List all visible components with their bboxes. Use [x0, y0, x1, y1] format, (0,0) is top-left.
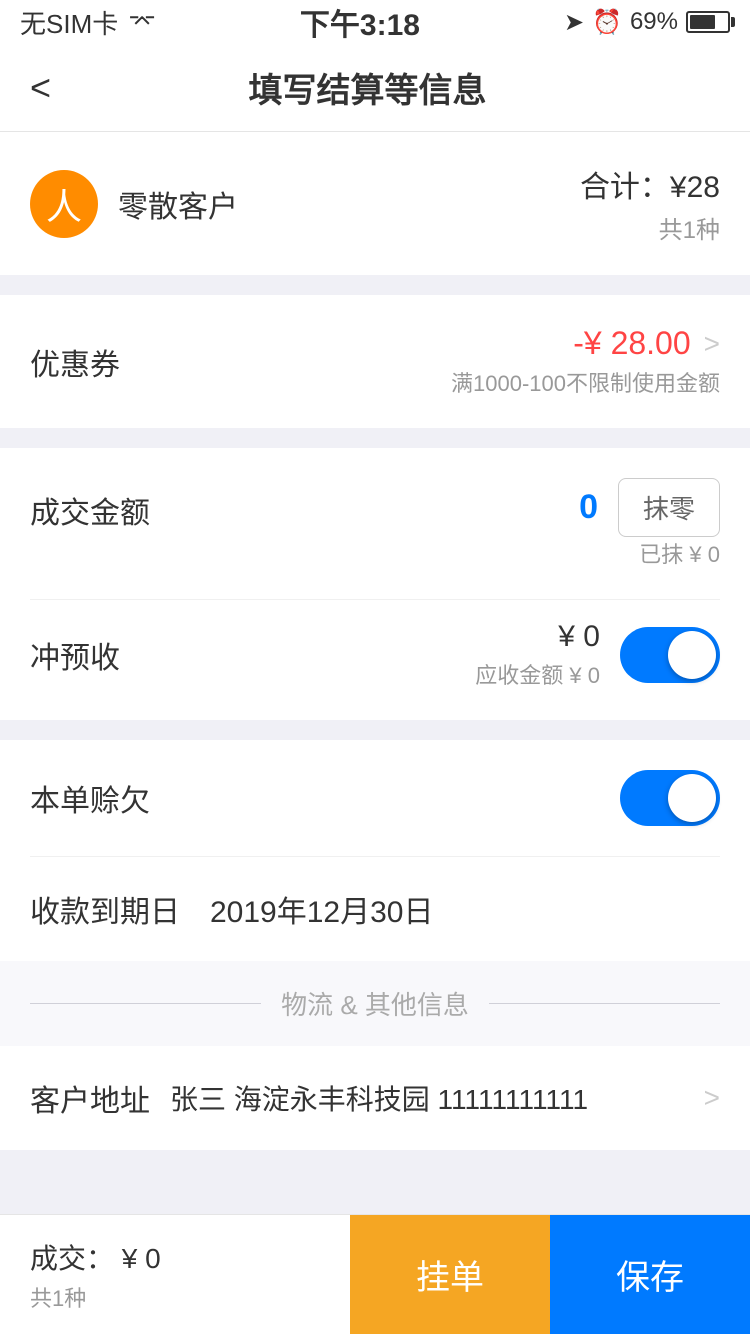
customer-section: 人 零散客户 合计：¥28 共1种	[0, 132, 750, 275]
total-count: 共1种	[580, 210, 720, 245]
coupon-right: -¥ 28.00 > 满1000-100不限制使用金额	[451, 325, 720, 398]
toggle-knob	[668, 631, 716, 679]
address-value: 张三 海淀永丰科技园 11111111111	[170, 1078, 704, 1118]
address-row[interactable]: 客户地址 张三 海淀永丰科技园 11111111111 >	[30, 1046, 720, 1150]
debt-toggle[interactable]	[620, 770, 720, 826]
status-right: ➤ ⏰ 69%	[564, 8, 730, 37]
advance-row: 冲预收 ¥ 0 应收金额 ¥ 0	[30, 600, 720, 720]
logistics-divider: 物流 & 其他信息	[0, 961, 750, 1046]
bottom-bar: 成交： ¥ 0 共1种 挂单 保存	[0, 1214, 750, 1334]
advance-sub: 应收金额 ¥ 0	[475, 658, 600, 690]
address-chevron[interactable]: >	[704, 1082, 720, 1114]
address-label: 客户地址	[30, 1076, 150, 1120]
customer-left: 人 零散客户	[30, 170, 238, 238]
coupon-section[interactable]: 优惠券 -¥ 28.00 > 满1000-100不限制使用金额	[0, 295, 750, 428]
debt-toggle-knob	[668, 774, 716, 822]
status-bar: 无SIM卡 ⌤ 下午3:18 ➤ ⏰ 69%	[0, 0, 750, 44]
customer-right: 合计：¥28 共1种	[580, 162, 720, 245]
coupon-label: 优惠券	[30, 340, 120, 384]
customer-name: 零散客户	[118, 182, 238, 226]
coupon-description: 满1000-100不限制使用金额	[451, 366, 720, 398]
nav-bar: < 填写结算等信息	[0, 44, 750, 132]
advance-toggle[interactable]	[620, 627, 720, 683]
section-gap-1	[0, 275, 750, 295]
bottom-count: 共1种	[30, 1281, 320, 1313]
bottom-deal: 成交： ¥ 0	[30, 1237, 320, 1277]
wifi-icon: ⌤	[128, 8, 156, 37]
deal-value-row: 0 抹零	[579, 478, 720, 537]
customer-row: 人 零散客户 合计：¥28 共1种	[30, 132, 720, 275]
deal-right: 0 抹零 已抹 ¥ 0	[579, 478, 720, 579]
total-amount: 合计：¥28	[580, 162, 720, 206]
location-icon: ➤	[564, 8, 584, 37]
logistics-text: 物流 & 其他信息	[281, 985, 469, 1022]
battery-percent: 69%	[630, 8, 678, 36]
section-gap-2	[0, 428, 750, 448]
coupon-discount: -¥ 28.00	[573, 325, 690, 362]
logistics-line-left	[30, 1003, 261, 1004]
due-label: 收款到期日	[30, 887, 180, 931]
address-section[interactable]: 客户地址 张三 海淀永丰科技园 11111111111 >	[0, 1046, 750, 1150]
advance-right: ¥ 0 应收金额 ¥ 0	[475, 620, 720, 690]
page-title: 填写结算等信息	[71, 63, 664, 112]
deal-value[interactable]: 0	[579, 488, 598, 527]
status-left: 无SIM卡 ⌤	[20, 4, 156, 41]
bottom-deal-amount: ¥ 0	[122, 1243, 161, 1274]
back-button[interactable]: <	[30, 67, 51, 109]
due-date-row: 收款到期日 2019年12月30日	[30, 857, 720, 961]
bottom-deal-label: 成交：	[30, 1243, 114, 1274]
due-date-value: 2019年12月30日	[210, 887, 433, 931]
section-gap-3	[0, 720, 750, 740]
save-button[interactable]: 保存	[550, 1215, 750, 1334]
hold-button[interactable]: 挂单	[350, 1215, 550, 1334]
deal-sub: 已抹 ¥ 0	[579, 537, 720, 579]
avatar-icon: 人	[46, 178, 82, 230]
status-time: 下午3:18	[300, 0, 420, 44]
bottom-summary: 成交： ¥ 0 共1种	[0, 1237, 350, 1313]
deal-section: 成交金额 0 抹零 已抹 ¥ 0 冲预收 ¥ 0 应收金额 ¥ 0	[0, 448, 750, 720]
logistics-line-right	[489, 1003, 720, 1004]
alarm-icon: ⏰	[592, 8, 622, 37]
round-zero-button[interactable]: 抹零	[618, 478, 720, 537]
avatar: 人	[30, 170, 98, 238]
debt-section: 本单赊欠 收款到期日 2019年12月30日	[0, 740, 750, 961]
coupon-row[interactable]: 优惠券 -¥ 28.00 > 满1000-100不限制使用金额	[30, 295, 720, 428]
advance-amount: ¥ 0	[475, 620, 600, 654]
carrier-text: 无SIM卡	[20, 4, 118, 41]
coupon-chevron[interactable]: >	[704, 328, 720, 360]
deal-row: 成交金额 0 抹零 已抹 ¥ 0	[30, 448, 720, 599]
debt-label: 本单赊欠	[30, 776, 150, 820]
deal-label: 成交金额	[30, 478, 150, 532]
advance-amount-block: ¥ 0 应收金额 ¥ 0	[475, 620, 600, 690]
debt-row: 本单赊欠	[30, 740, 720, 856]
battery-icon	[686, 11, 730, 33]
advance-label: 冲预收	[30, 633, 120, 677]
